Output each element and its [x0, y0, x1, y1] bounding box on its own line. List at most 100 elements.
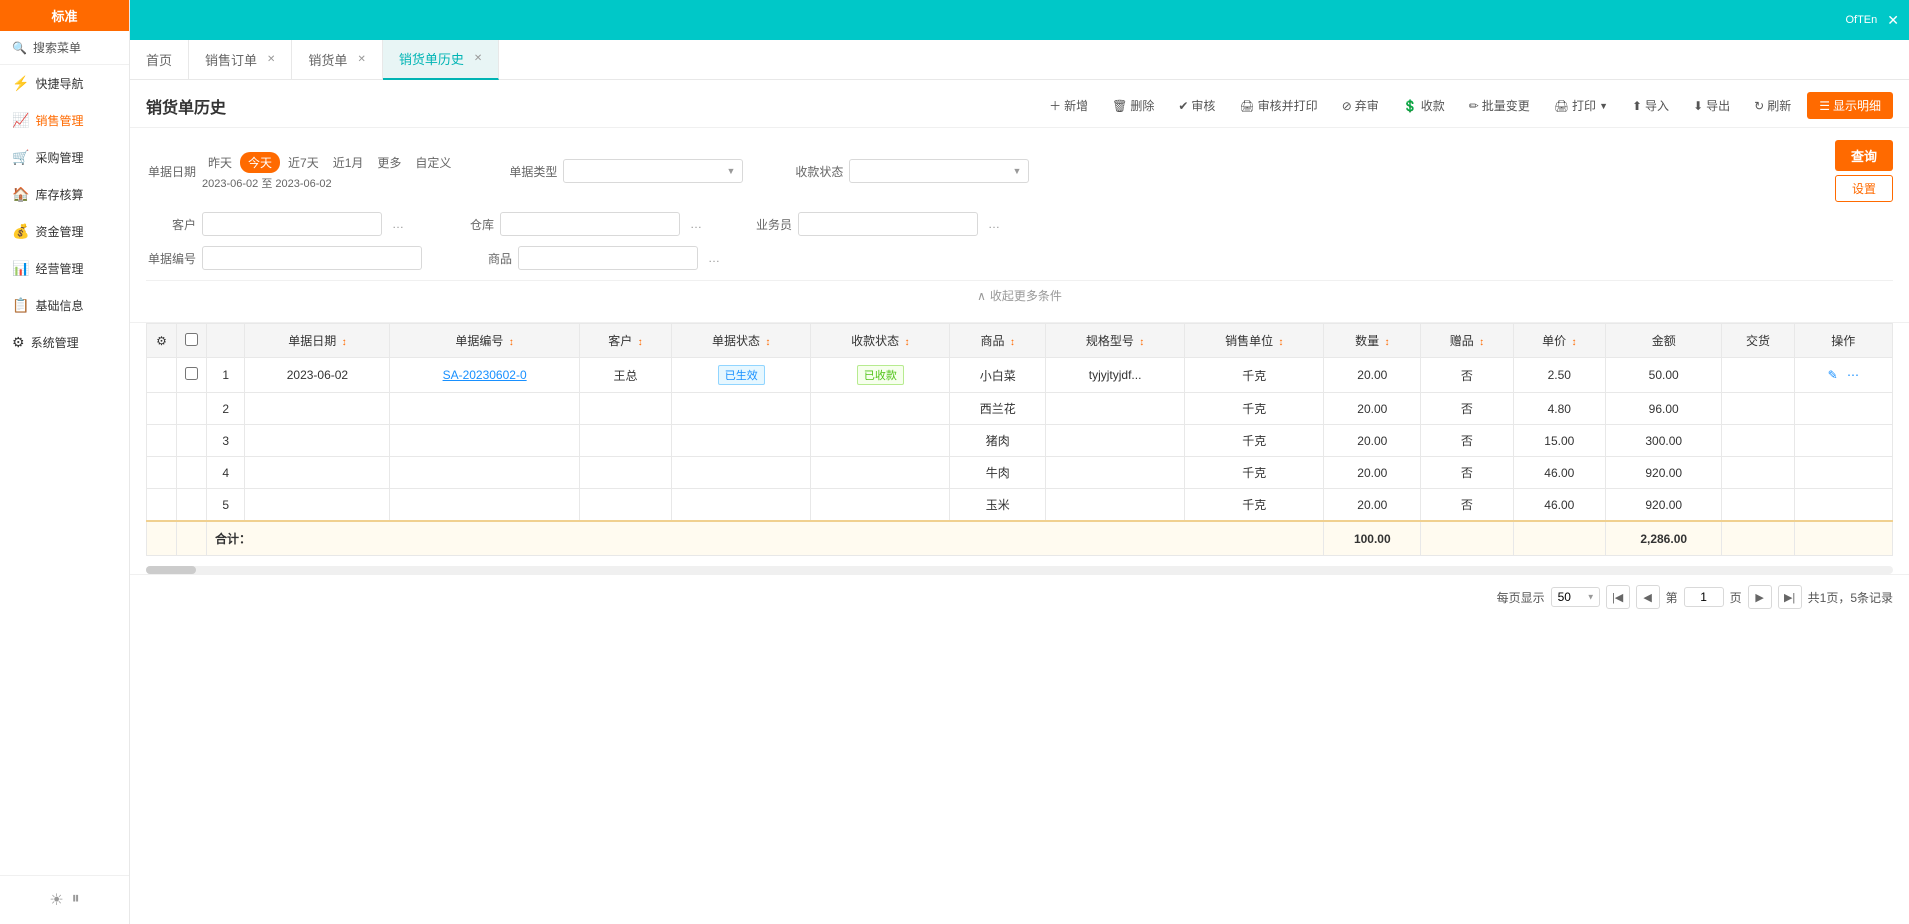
row-doc-date-cell — [245, 393, 390, 425]
page-label-suffix: 页 — [1730, 589, 1742, 606]
tab-home[interactable]: 首页 — [130, 40, 189, 80]
scroll-bar[interactable] — [146, 566, 1893, 574]
refresh-button[interactable]: ↻ 刷新 — [1746, 93, 1799, 118]
goods-dots[interactable]: … — [708, 251, 720, 265]
sort-icon-collect-status[interactable]: ↕ — [905, 337, 910, 348]
sidebar-search[interactable]: 🔍 搜索菜单 — [0, 31, 129, 65]
review-print-label: 审核并打印 — [1258, 97, 1318, 114]
row-doc-date-cell — [245, 425, 390, 457]
collect-button[interactable]: 💲 收款 — [1395, 93, 1453, 118]
doc-no-link[interactable]: SA-20230602-0 — [443, 368, 527, 382]
export-button[interactable]: ⬇ 导出 — [1685, 93, 1738, 118]
staff-dots[interactable]: … — [988, 217, 1000, 231]
refresh-label: 刷新 — [1767, 97, 1791, 114]
page-input[interactable] — [1684, 587, 1724, 607]
row-doc-status-cell — [672, 425, 811, 457]
sort-icon-customer[interactable]: ↕ — [638, 337, 643, 348]
page-size-select[interactable]: 20 50 100 — [1551, 587, 1600, 607]
import-button[interactable]: ⬆ 导入 — [1624, 93, 1677, 118]
print-button[interactable]: 🖨 打印 ▼ — [1546, 93, 1616, 118]
next-page-button[interactable]: ▶ — [1748, 585, 1772, 609]
doc-no-input[interactable] — [202, 246, 422, 270]
teal-header: OfTEn ✕ — [130, 0, 1909, 40]
tab-sales-history[interactable]: 销货单历史 ✕ — [383, 40, 499, 80]
row-spec-cell — [1046, 425, 1185, 457]
tab-sales-goods[interactable]: 销货单 ✕ — [292, 40, 382, 80]
row-qty-cell: 20.00 — [1324, 457, 1421, 489]
sort-icon-doc-date[interactable]: ↕ — [342, 337, 347, 348]
collapse-button[interactable]: ∧ 收起更多条件 — [977, 287, 1062, 304]
sort-icon-unit-price[interactable]: ↕ — [1571, 337, 1576, 348]
sort-icon-doc-no[interactable]: ↕ — [509, 337, 514, 348]
date-option-more[interactable]: 更多 — [371, 152, 407, 173]
query-button[interactable]: 查询 — [1835, 140, 1893, 171]
collect-icon: 💲 — [1403, 99, 1418, 113]
abandon-button[interactable]: ⊘ 弃审 — [1334, 93, 1387, 118]
sort-icon-doc-status[interactable]: ↕ — [765, 337, 770, 348]
tab-sales-goods-close[interactable]: ✕ — [357, 54, 365, 65]
sidebar-item-sales-mgmt[interactable]: 📈 销售管理 — [0, 102, 129, 139]
review-button[interactable]: ✔ 审核 — [1170, 93, 1223, 118]
new-button[interactable]: ＋ 新增 — [1041, 93, 1096, 118]
sidebar-item-system[interactable]: ⚙ 系统管理 — [0, 324, 129, 361]
date-options-wrapper: 昨天 今天 近7天 近1月 更多 自定义 2023-06-02 至 2023-0… — [202, 152, 457, 191]
date-option-custom[interactable]: 自定义 — [409, 152, 457, 173]
tab-sales-history-close[interactable]: ✕ — [474, 53, 482, 64]
row-unit-cell: 千克 — [1185, 489, 1324, 522]
sidebar-collapse-icon[interactable]: ⏸ — [72, 890, 80, 910]
customer-dots[interactable]: … — [392, 217, 404, 231]
last-page-button[interactable]: ▶| — [1778, 585, 1802, 609]
close-window-button[interactable]: ✕ — [1887, 12, 1899, 29]
warehouse-label: 仓库 — [444, 216, 494, 233]
sidebar-expand-icon[interactable]: ☀ — [49, 890, 63, 910]
row-customer-cell — [579, 489, 671, 522]
export-icon: ⬇ — [1693, 99, 1703, 113]
collect-status-select[interactable] — [849, 159, 1029, 183]
sort-icon-gift[interactable]: ↕ — [1479, 337, 1484, 348]
warehouse-input[interactable] — [500, 212, 680, 236]
select-all-checkbox[interactable] — [185, 333, 198, 346]
col-settings-icon[interactable]: ⚙ — [156, 334, 167, 348]
sidebar-item-inventory[interactable]: 🏠 库存核算 — [0, 176, 129, 213]
page-size-label: 每页显示 — [1497, 589, 1545, 606]
prev-page-button[interactable]: ◀ — [1636, 585, 1660, 609]
abandon-icon: ⊘ — [1342, 99, 1352, 113]
scroll-thumb[interactable] — [146, 566, 196, 574]
sort-icon-qty[interactable]: ↕ — [1384, 337, 1389, 348]
sort-icon-spec[interactable]: ↕ — [1139, 337, 1144, 348]
date-option-1month[interactable]: 近1月 — [327, 152, 370, 173]
sort-icon-goods[interactable]: ↕ — [1010, 337, 1015, 348]
doc-type-select[interactable] — [563, 159, 743, 183]
sidebar-item-finance[interactable]: 💰 资金管理 — [0, 213, 129, 250]
sidebar-search-label: 搜索菜单 — [33, 39, 81, 56]
warehouse-dots[interactable]: … — [690, 217, 702, 231]
date-option-today[interactable]: 今天 — [240, 152, 280, 173]
staff-input[interactable] — [798, 212, 978, 236]
sidebar-item-label: 资金管理 — [35, 223, 83, 240]
show-detail-button[interactable]: ☰ 显示明细 — [1807, 92, 1893, 119]
customer-input[interactable] — [202, 212, 382, 236]
sidebar-item-quick-nav[interactable]: ⚡ 快捷导航 — [0, 65, 129, 102]
first-page-button[interactable]: |◀ — [1606, 585, 1630, 609]
sidebar-item-basic-info[interactable]: 📋 基础信息 — [0, 287, 129, 324]
date-option-7days[interactable]: 近7天 — [282, 152, 325, 173]
sidebar-item-label: 经营管理 — [35, 260, 83, 277]
date-option-yesterday[interactable]: 昨天 — [202, 152, 238, 173]
goods-input[interactable] — [518, 246, 698, 270]
settings-button[interactable]: 设置 — [1835, 175, 1893, 202]
tab-sales-order[interactable]: 销售订单 ✕ — [189, 40, 292, 80]
table-row: 5 玉米 千克 20.00 否 46.00 920. — [147, 489, 1893, 522]
review-print-button[interactable]: 🖨 审核并打印 — [1231, 93, 1325, 118]
refresh-icon: ↻ — [1754, 99, 1764, 113]
edit-op-btn[interactable]: ✎ — [1825, 368, 1841, 382]
delete-button[interactable]: 🗑 删除 — [1104, 93, 1162, 118]
row-checkbox[interactable] — [185, 367, 198, 380]
batch-change-button[interactable]: ✏ 批量变更 — [1461, 93, 1538, 118]
more-op-btn[interactable]: ⋯ — [1844, 368, 1862, 382]
sidebar-item-operations[interactable]: 📊 经营管理 — [0, 250, 129, 287]
header-row: ⚙ 单据日期 ↕ 单据编号 — [147, 324, 1893, 358]
tab-sales-order-close[interactable]: ✕ — [267, 54, 275, 65]
sort-icon-unit[interactable]: ↕ — [1278, 337, 1283, 348]
sidebar-item-purchase-mgmt[interactable]: 🛒 采购管理 — [0, 139, 129, 176]
row-settings-cell — [147, 393, 177, 425]
